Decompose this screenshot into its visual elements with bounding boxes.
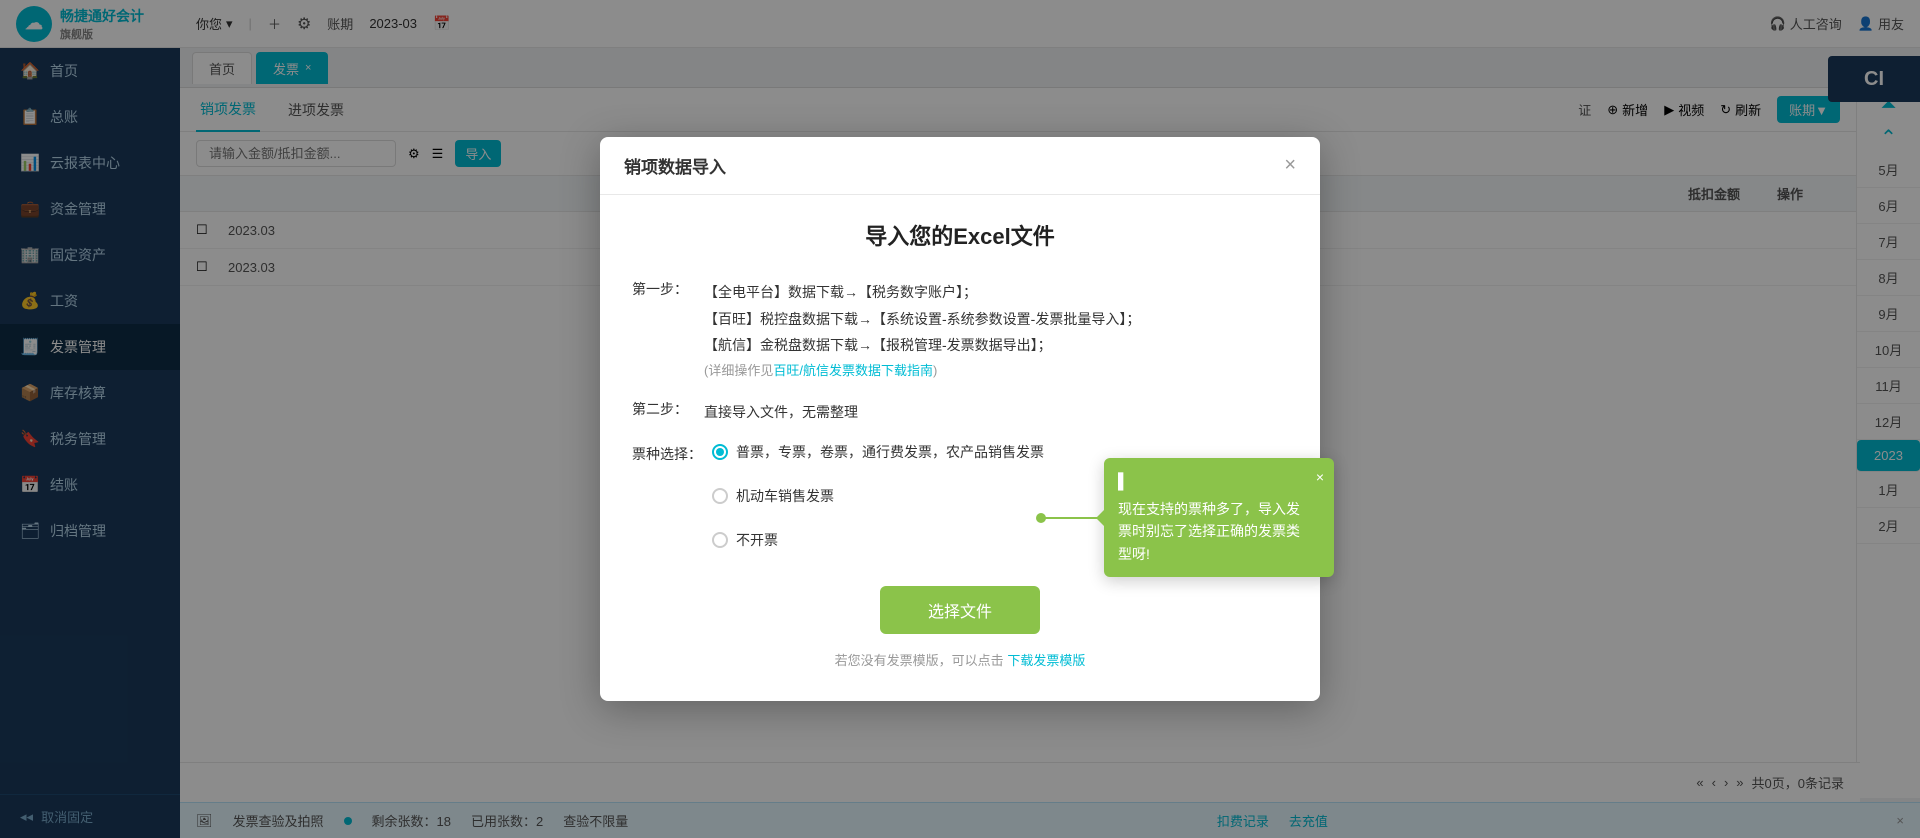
- step2-label: 第二步：: [632, 399, 692, 419]
- step2-content: 直接导入文件，无需整理: [704, 399, 858, 426]
- radio-label-3: 不开票: [736, 530, 778, 550]
- tooltip-connector-dot: [1036, 513, 1046, 523]
- download-template-link[interactable]: 下载发票模版: [1007, 653, 1085, 668]
- tooltip-close-btn[interactable]: ×: [1316, 466, 1324, 488]
- step1-row: 第一步： 【全电平台】数据下载→【税务数字账户】； 【百旺】税控盘数据下载→【系…: [632, 279, 1288, 383]
- modal: 销项数据导入 × 导入您的Excel文件 第一步： 【全电平台】数据下载→【税务…: [600, 137, 1320, 701]
- modal-close-btn[interactable]: ×: [1284, 154, 1296, 177]
- tooltip-connector-line: [1042, 517, 1102, 519]
- tooltip-header: ▌: [1118, 470, 1306, 494]
- step1-label: 第一步：: [632, 279, 692, 299]
- radio-option-2[interactable]: 机动车销售发票: [712, 486, 1044, 506]
- step1-line2: 【百旺】税控盘数据下载→【系统设置-系统参数设置-发票批量导入】；: [704, 306, 1140, 333]
- step1-line3: 【航信】金税盘数据下载→【报税管理-发票数据导出】；: [704, 332, 1140, 359]
- modal-body: 导入您的Excel文件 第一步： 【全电平台】数据下载→【税务数字账户】； 【百…: [600, 195, 1320, 701]
- modal-title: 销项数据导入: [624, 153, 726, 178]
- radio-circle-3[interactable]: [712, 532, 728, 548]
- guide-link[interactable]: 百旺/航信发票数据下载指南: [773, 363, 933, 378]
- radio-dot-1: [716, 448, 724, 456]
- tooltip-arrow: [1096, 510, 1104, 526]
- radio-label: 票种选择：: [632, 442, 712, 464]
- radio-option-1[interactable]: 普票，专票，卷票，通行费发票，农产品销售发票: [712, 442, 1044, 462]
- radio-label-1: 普票，专票，卷票，通行费发票，农产品销售发票: [736, 442, 1044, 462]
- radio-label-2: 机动车销售发票: [736, 486, 834, 506]
- select-file-btn[interactable]: 选择文件: [880, 586, 1040, 634]
- step1-line1: 【全电平台】数据下载→【税务数字账户】；: [704, 279, 1140, 306]
- tooltip-text: 现在支持的票种多了，导入发票时别忘了选择正确的发票类型呀!: [1118, 501, 1300, 562]
- step1-content: 【全电平台】数据下载→【税务数字账户】； 【百旺】税控盘数据下载→【系统设置-系…: [704, 279, 1140, 383]
- tooltip-popup: ▌ 现在支持的票种多了，导入发票时别忘了选择正确的发票类型呀! ×: [1104, 458, 1334, 577]
- step2-row: 第二步： 直接导入文件，无需整理: [632, 399, 1288, 426]
- modal-header: 销项数据导入 ×: [600, 137, 1320, 195]
- modal-main-title: 导入您的Excel文件: [632, 219, 1288, 251]
- radio-options: 普票，专票，卷票，通行费发票，农产品销售发票 机动车销售发票 不开票: [712, 442, 1044, 562]
- radio-circle-1[interactable]: [712, 444, 728, 460]
- modal-footer: 若您没有发票模版，可以点击 下载发票模版: [632, 650, 1288, 669]
- radio-circle-2[interactable]: [712, 488, 728, 504]
- radio-section: 票种选择： 普票，专票，卷票，通行费发票，农产品销售发票 机动车销售发票: [632, 442, 1288, 562]
- step1-link: (详细操作见百旺/航信发票数据下载指南): [704, 359, 1140, 384]
- radio-option-3[interactable]: 不开票: [712, 530, 1044, 550]
- modal-overlay: 销项数据导入 × 导入您的Excel文件 第一步： 【全电平台】数据下载→【税务…: [0, 0, 1920, 838]
